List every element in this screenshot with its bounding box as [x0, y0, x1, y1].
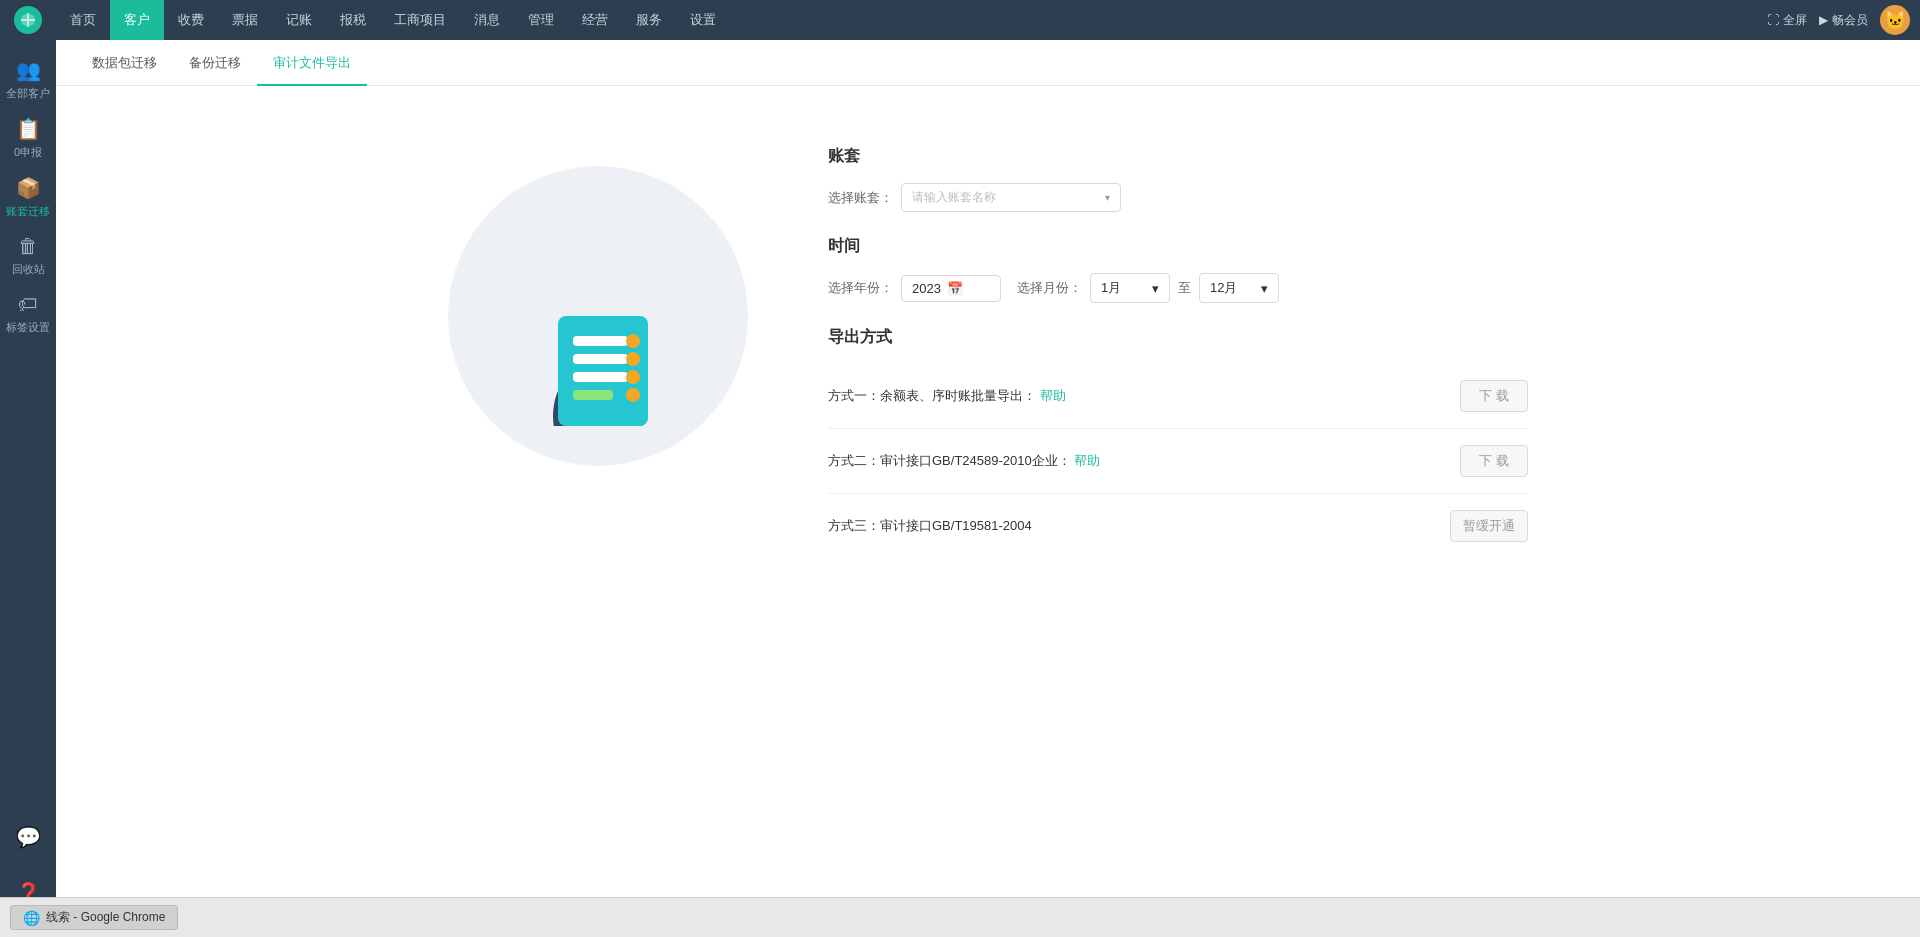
sidebar-item-all-clients[interactable]: 👥 全部客户	[0, 50, 56, 109]
zero-declare-icon: 📋	[16, 117, 41, 141]
svg-point-10	[626, 370, 640, 384]
chrome-icon: 🌐	[23, 910, 40, 926]
user-avatar[interactable]: 🐱	[1880, 5, 1910, 35]
member-button[interactable]: ▶ 畅会员	[1819, 12, 1868, 29]
method-3-text: 方式三：审计接口GB/T19581-2004	[828, 517, 1032, 535]
method-1-download-button[interactable]: 下 载	[1460, 380, 1528, 412]
label-settings-icon: 🏷	[18, 293, 38, 316]
svg-rect-6	[573, 372, 628, 382]
nav-tax[interactable]: 报税	[326, 0, 380, 40]
nav-fee[interactable]: 收费	[164, 0, 218, 40]
svg-point-8	[626, 334, 640, 348]
sub-tabs: 数据包迁移 备份迁移 审计文件导出	[56, 40, 1920, 86]
nav-settings[interactable]: 设置	[676, 0, 730, 40]
nav-right: ⛶ 全屏 ▶ 畅会员 🐱	[1767, 5, 1910, 35]
method-row-3: 方式三：审计接口GB/T19581-2004 暂缓开通	[828, 494, 1528, 558]
svg-point-9	[626, 352, 640, 366]
top-navigation: 首页 客户 收费 票据 记账 报税 工商项目 消息 管理 经营 服务 设置 ⛶ …	[0, 0, 1920, 40]
nav-msg[interactable]: 消息	[460, 0, 514, 40]
month-start-value: 1月	[1101, 279, 1121, 297]
taskbar: 🌐 线索 - Google Chrome	[0, 897, 1920, 937]
sidebar-item-zero-declare[interactable]: 📋 0申报	[0, 109, 56, 168]
nav-account[interactable]: 记账	[272, 0, 326, 40]
year-value: 2023	[912, 281, 941, 296]
sidebar-item-message[interactable]: 💬	[0, 809, 56, 865]
account-select[interactable]: 请输入账套名称 ▾	[901, 183, 1121, 212]
year-label: 选择年份：	[828, 279, 893, 297]
nav-biz[interactable]: 工商项目	[380, 0, 460, 40]
message-icon: 💬	[16, 825, 41, 849]
svg-rect-4	[573, 336, 628, 346]
tab-data-migration[interactable]: 数据包迁移	[76, 40, 173, 86]
month-start-arrow: ▾	[1152, 281, 1159, 296]
nav-ops[interactable]: 经营	[568, 0, 622, 40]
method-2-help-link[interactable]: 帮助	[1074, 453, 1100, 468]
to-label: 至	[1178, 279, 1191, 297]
content-area: 数据包迁移 备份迁移 审计文件导出	[56, 40, 1920, 937]
nav-client[interactable]: 客户	[110, 0, 164, 40]
method-1-help-link[interactable]: 帮助	[1040, 388, 1066, 403]
nav-service[interactable]: 服务	[622, 0, 676, 40]
nav-home[interactable]: 首页	[56, 0, 110, 40]
all-clients-icon: 👥	[16, 58, 41, 82]
fullscreen-icon: ⛶	[1767, 13, 1779, 27]
sidebar: 👥 全部客户 📋 0申报 📦 账套迁移 🗑 回收站 🏷 标签设置 💬 ❓	[0, 40, 56, 937]
svg-rect-7	[573, 390, 613, 400]
sidebar-item-account-migration[interactable]: 📦 账套迁移	[0, 168, 56, 227]
account-row: 选择账套： 请输入账套名称 ▾	[828, 183, 1528, 212]
method-row-2: 方式二：审计接口GB/T24589-2010企业： 帮助 下 载	[828, 429, 1528, 494]
account-label: 选择账套：	[828, 189, 893, 207]
tab-backup-migration[interactable]: 备份迁移	[173, 40, 257, 86]
logo	[10, 2, 46, 38]
page-content: 账套 选择账套： 请输入账套名称 ▾ 时间 选择年份： 2023	[56, 86, 1920, 937]
month-end-select[interactable]: 12月 ▾	[1199, 273, 1279, 303]
account-section-title: 账套	[828, 146, 1528, 167]
main-layout: 👥 全部客户 📋 0申报 📦 账套迁移 🗑 回收站 🏷 标签设置 💬 ❓	[0, 40, 1920, 937]
time-section-title: 时间	[828, 236, 1528, 257]
chevron-down-icon: ▾	[1105, 192, 1110, 203]
month-end-value: 12月	[1210, 279, 1237, 297]
tab-audit-export[interactable]: 审计文件导出	[257, 40, 367, 86]
method-2-download-button[interactable]: 下 载	[1460, 445, 1528, 477]
svg-point-11	[626, 388, 640, 402]
nav-invoice[interactable]: 票据	[218, 0, 272, 40]
account-migration-icon: 📦	[16, 176, 41, 200]
account-placeholder: 请输入账套名称	[912, 189, 996, 206]
taskbar-chrome-item[interactable]: 🌐 线索 - Google Chrome	[10, 905, 178, 930]
export-methods: 方式一：余额表、序时账批量导出： 帮助 下 载 方式二：审计接口GB/T2458…	[828, 364, 1528, 558]
month-end-arrow: ▾	[1261, 281, 1268, 296]
right-form: 账套 选择账套： 请输入账套名称 ▾ 时间 选择年份： 2023	[828, 126, 1528, 558]
method-3-coming-soon-button[interactable]: 暂缓开通	[1450, 510, 1528, 542]
month-label: 选择月份：	[1017, 279, 1082, 297]
time-row: 选择年份： 2023 📅 选择月份： 1月 ▾ 至 12月	[828, 273, 1528, 303]
sidebar-item-recycle[interactable]: 🗑 回收站	[0, 227, 56, 285]
svg-rect-5	[573, 354, 628, 364]
method-1-text: 方式一：余额表、序时账批量导出： 帮助	[828, 387, 1066, 405]
month-start-select[interactable]: 1月 ▾	[1090, 273, 1170, 303]
method-2-text: 方式二：审计接口GB/T24589-2010企业： 帮助	[828, 452, 1100, 470]
nav-manage[interactable]: 管理	[514, 0, 568, 40]
export-container: 账套 选择账套： 请输入账套名称 ▾ 时间 选择年份： 2023	[388, 126, 1588, 558]
recycle-icon: 🗑	[18, 235, 38, 258]
calendar-icon: 📅	[947, 281, 963, 296]
fullscreen-button[interactable]: ⛶ 全屏	[1767, 12, 1807, 29]
illustration-svg	[498, 206, 698, 426]
illustration	[448, 166, 748, 466]
year-input[interactable]: 2023 📅	[901, 275, 1001, 302]
method-row-1: 方式一：余额表、序时账批量导出： 帮助 下 载	[828, 364, 1528, 429]
sidebar-item-label-settings[interactable]: 🏷 标签设置	[0, 285, 56, 343]
export-section-title: 导出方式	[828, 327, 1528, 348]
nav-menu: 首页 客户 收费 票据 记账 报税 工商项目 消息 管理 经营 服务 设置	[56, 0, 1767, 40]
member-icon: ▶	[1819, 13, 1828, 27]
